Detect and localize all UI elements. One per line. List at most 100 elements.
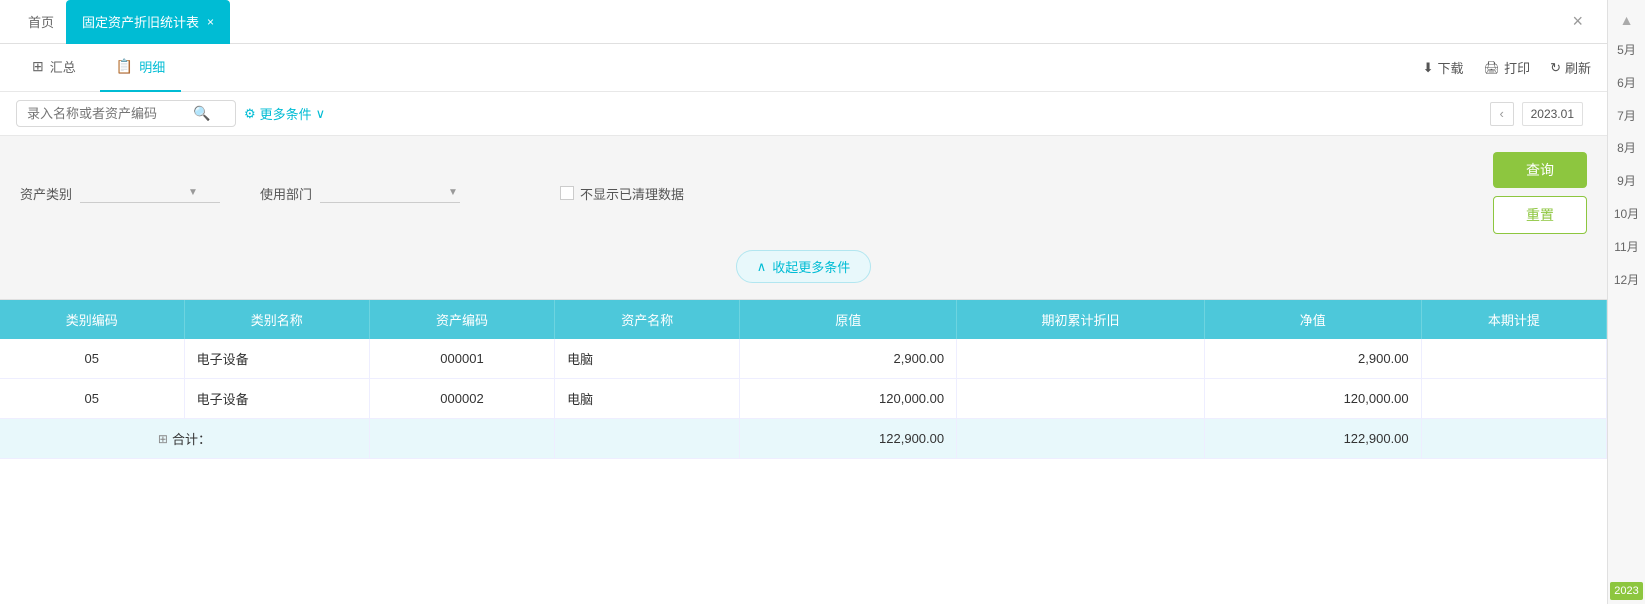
detail-icon: 📋: [116, 58, 133, 75]
tab-summary[interactable]: ⊞ 汇总: [16, 44, 92, 92]
total-empty-2: [555, 419, 740, 459]
tab-summary-label: 汇总: [50, 57, 76, 76]
print-label: 打印: [1504, 58, 1530, 77]
sidebar-month-11[interactable]: 11月: [1612, 233, 1640, 262]
download-label: 下载: [1438, 58, 1464, 77]
print-icon: 🖨: [1484, 60, 1501, 76]
window-close-button[interactable]: ×: [1564, 11, 1591, 32]
table-total-row: ⊞ 合计： 122,900.00 122,900.00: [0, 419, 1607, 459]
total-accum-depreciation: [957, 419, 1205, 459]
cell-asset-name: 电脑: [555, 379, 740, 419]
more-conditions-label: 更多条件: [260, 104, 312, 123]
print-button[interactable]: 🖨 打印: [1484, 58, 1531, 77]
department-select[interactable]: ▼: [320, 183, 460, 203]
active-tab[interactable]: 固定资产折旧统计表 ×: [66, 0, 230, 44]
cell-net-value: 120,000.00: [1204, 379, 1421, 419]
cell-asset-name: 电脑: [555, 339, 740, 379]
download-icon: ⬇: [1423, 60, 1434, 76]
search-bar: 🔍 ⚙ 更多条件 ∨ ‹ 2023.01: [0, 92, 1607, 136]
total-original-value: 122,900.00: [740, 419, 957, 459]
cell-asset-code: 000001: [369, 339, 554, 379]
sidebar-month-7[interactable]: 7月: [1615, 102, 1638, 131]
summary-icon: ⊞: [32, 58, 44, 75]
filter-area: 资产类别 ▼ 使用部门 ▼ 不显示已清理数据 查询 重置: [0, 136, 1607, 300]
col-header-8: 本期计提: [1421, 300, 1606, 339]
sidebar-month-6[interactable]: 6月: [1615, 69, 1638, 98]
filter-icon: ⚙: [244, 106, 256, 122]
collapse-conditions-button[interactable]: ∧ 收起更多条件: [736, 250, 872, 283]
right-sidebar: ▲ 5月 6月 7月 8月 9月 10月 11月 12月 2023: [1607, 0, 1645, 604]
hide-cleared-checkbox[interactable]: [560, 186, 574, 200]
table-body: 05 电子设备 000001 电脑 2,900.00 2,900.00 05 电…: [0, 339, 1607, 459]
table-header: 类别编码 类别名称 资产编码 资产名称 原值 期初累计折旧 净值 本期计提: [0, 300, 1607, 339]
cell-category-name: 电子设备: [184, 379, 369, 419]
col-header-1: 类别编码: [0, 300, 184, 339]
sidebar-year-badge[interactable]: 2023: [1610, 582, 1642, 600]
asset-type-label: 资产类别: [20, 184, 72, 203]
department-chevron-icon: ▼: [448, 187, 458, 198]
cell-category-name: 电子设备: [184, 339, 369, 379]
cell-original-value: 120,000.00: [740, 379, 957, 419]
search-input-wrap[interactable]: 🔍: [16, 100, 236, 127]
refresh-button[interactable]: ↻ 刷新: [1550, 58, 1591, 77]
cell-current-depreciation: [1421, 379, 1606, 419]
table-row: 05 电子设备 000001 电脑 2,900.00 2,900.00: [0, 339, 1607, 379]
cell-current-depreciation: [1421, 339, 1606, 379]
department-filter: 使用部门 ▼: [260, 183, 460, 203]
data-table: 类别编码 类别名称 资产编码 资产名称 原值 期初累计折旧 净值 本期计提 05…: [0, 300, 1607, 459]
refresh-icon: ↻: [1550, 60, 1561, 76]
sidebar-scroll-up-button[interactable]: ▲: [1616, 8, 1638, 32]
cell-category-code: 05: [0, 379, 184, 419]
search-bar-right: ‹ 2023.01: [1490, 102, 1591, 126]
asset-type-filter: 资产类别 ▼: [20, 183, 220, 203]
col-header-5: 原值: [740, 300, 957, 339]
search-input[interactable]: [27, 106, 187, 121]
cell-accum-depreciation: [957, 339, 1205, 379]
sidebar-month-5[interactable]: 5月: [1615, 36, 1638, 65]
sidebar-month-10[interactable]: 10月: [1612, 200, 1641, 229]
search-icon: 🔍: [193, 105, 210, 122]
refresh-label: 刷新: [1565, 58, 1591, 77]
toolbar: ⊞ 汇总 📋 明细 ⬇ 下载 🖨 打印 ↻ 刷新: [0, 44, 1607, 92]
col-header-6: 期初累计折旧: [957, 300, 1205, 339]
total-label-cell: ⊞ 合计：: [0, 419, 369, 459]
cell-original-value: 2,900.00: [740, 339, 957, 379]
filter-actions: 查询 重置: [1493, 152, 1587, 234]
cell-net-value: 2,900.00: [1204, 339, 1421, 379]
toolbar-right: ⬇ 下载 🖨 打印 ↻ 刷新: [1423, 58, 1591, 77]
cell-accum-depreciation: [957, 379, 1205, 419]
chevron-down-icon: ∨: [316, 106, 326, 122]
query-button[interactable]: 查询: [1493, 152, 1587, 188]
cell-asset-code: 000002: [369, 379, 554, 419]
asset-type-chevron-icon: ▼: [188, 187, 198, 198]
date-display: 2023.01: [1522, 102, 1583, 126]
reset-button[interactable]: 重置: [1493, 196, 1587, 234]
chevron-up-icon: ∧: [757, 259, 767, 275]
date-nav-left-button[interactable]: ‹: [1490, 102, 1514, 126]
nav-home[interactable]: 首页: [16, 12, 66, 31]
data-table-wrap: 类别编码 类别名称 资产编码 资产名称 原值 期初累计折旧 净值 本期计提 05…: [0, 300, 1607, 604]
col-header-7: 净值: [1204, 300, 1421, 339]
hide-cleared-checkbox-wrap[interactable]: 不显示已清理数据: [560, 184, 684, 203]
department-label: 使用部门: [260, 184, 312, 203]
col-header-3: 资产编码: [369, 300, 554, 339]
col-header-4: 资产名称: [555, 300, 740, 339]
sidebar-month-12[interactable]: 12月: [1612, 266, 1641, 295]
tab-close-icon[interactable]: ×: [207, 15, 214, 29]
asset-type-select[interactable]: ▼: [80, 183, 220, 203]
table-row: 05 电子设备 000002 电脑 120,000.00 120,000.00: [0, 379, 1607, 419]
total-empty-1: [369, 419, 554, 459]
total-net-value: 122,900.00: [1204, 419, 1421, 459]
tab-detail-label: 明细: [139, 57, 165, 76]
tab-detail[interactable]: 📋 明细: [100, 44, 181, 92]
cell-category-code: 05: [0, 339, 184, 379]
sidebar-month-9[interactable]: 9月: [1615, 167, 1638, 196]
collapse-label: 收起更多条件: [772, 257, 850, 276]
top-nav: 首页 固定资产折旧统计表 × ×: [0, 0, 1607, 44]
col-header-2: 类别名称: [184, 300, 369, 339]
total-label: 合计：: [172, 429, 211, 448]
download-button[interactable]: ⬇ 下载: [1423, 58, 1464, 77]
more-conditions-button[interactable]: ⚙ 更多条件 ∨: [244, 104, 325, 123]
hide-cleared-label: 不显示已清理数据: [580, 184, 684, 203]
sidebar-month-8[interactable]: 8月: [1615, 134, 1638, 163]
